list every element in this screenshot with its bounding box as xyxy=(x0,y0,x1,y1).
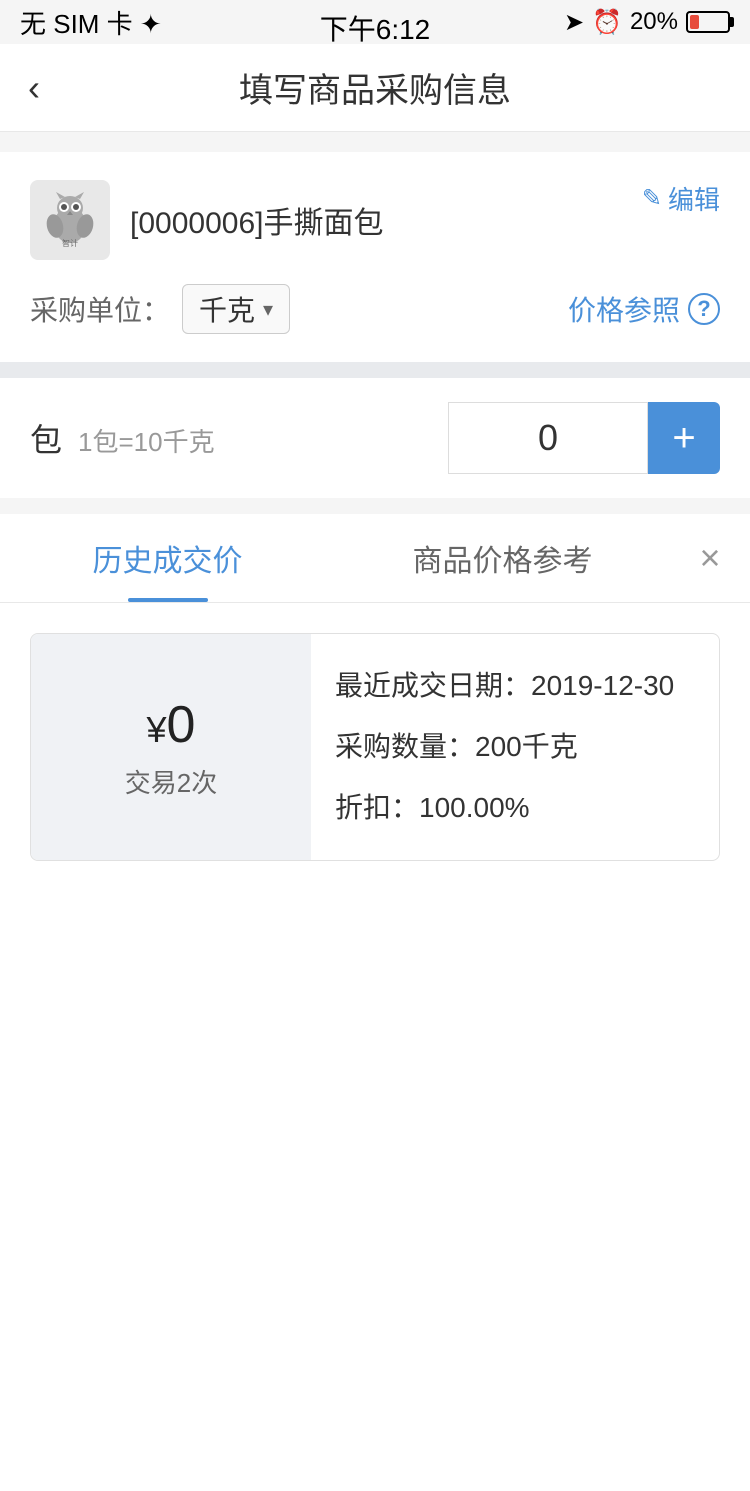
history-price: ¥0 xyxy=(147,695,196,755)
status-carrier: 无 SIM 卡 ✦ xyxy=(20,4,162,41)
tab-history-price[interactable]: 历史成交价 xyxy=(0,514,335,602)
discount-label: 折扣： xyxy=(335,792,419,823)
page-title: 填写商品采购信息 xyxy=(239,63,511,112)
purchase-qty-row: 采购数量：200千克 xyxy=(335,725,695,770)
alarm-icon: ⏰ xyxy=(592,8,622,37)
tabs-close-button[interactable]: × xyxy=(670,514,750,602)
discount-value: 100.00% xyxy=(419,792,530,823)
product-card: 智计 [0000006]手撕面包 ✎ 编辑 采购单位： 千克 ▾ 价格参照 ? xyxy=(0,152,750,362)
price-ref-label: 价格参照 xyxy=(568,289,680,329)
recent-date-row: 最近成交日期：2019-12-30 xyxy=(335,664,695,709)
section-divider xyxy=(0,362,750,378)
tab-price-ref-label: 商品价格参考 xyxy=(413,536,593,580)
discount-row: 折扣：100.00% xyxy=(335,786,695,831)
chevron-down-icon: ▾ xyxy=(263,297,273,322)
price-ref-button[interactable]: 价格参照 ? xyxy=(568,289,720,329)
tabs-panel: 历史成交价 商品价格参考 × ¥0 交易2次 最近成交日期：2019-12-30… xyxy=(0,514,750,891)
battery-icon xyxy=(686,11,730,33)
yen-symbol: ¥ xyxy=(147,709,167,750)
bottom-space xyxy=(0,891,750,1491)
edit-label: 编辑 xyxy=(668,180,720,217)
nav-bar: ‹ 填写商品采购信息 xyxy=(0,44,750,132)
price-value: 0 xyxy=(167,696,196,754)
help-icon: ? xyxy=(688,293,720,325)
unit-value: 千克 xyxy=(199,289,255,329)
unit-label: 采购单位： xyxy=(30,289,170,329)
quantity-plus-button[interactable]: + xyxy=(648,402,720,474)
quantity-controls: 0 + xyxy=(448,402,720,474)
tab-product-price-ref[interactable]: 商品价格参考 xyxy=(335,514,670,602)
svg-text:智计: 智计 xyxy=(62,238,78,248)
history-content: ¥0 交易2次 最近成交日期：2019-12-30 采购数量：200千克 折扣：… xyxy=(0,603,750,891)
history-price-section: ¥0 交易2次 xyxy=(31,634,311,860)
history-trades: 交易2次 xyxy=(125,763,217,800)
tabs-header: 历史成交价 商品价格参考 × xyxy=(0,514,750,603)
quantity-conversion: 1包=10千克 xyxy=(78,422,215,459)
tab-history-label: 历史成交价 xyxy=(93,536,243,580)
battery-percent: 20% xyxy=(630,8,678,36)
product-name: [0000006]手撕面包 xyxy=(130,198,383,242)
history-details: 最近成交日期：2019-12-30 采购数量：200千克 折扣：100.00% xyxy=(311,634,719,860)
history-card: ¥0 交易2次 最近成交日期：2019-12-30 采购数量：200千克 折扣：… xyxy=(30,633,720,861)
quantity-input[interactable]: 0 xyxy=(448,402,648,474)
unit-select[interactable]: 千克 ▾ xyxy=(182,284,290,334)
status-time: 下午6:12 xyxy=(320,8,431,48)
recent-date-label: 最近成交日期： xyxy=(335,670,531,701)
product-header: 智计 [0000006]手撕面包 ✎ 编辑 xyxy=(30,180,720,260)
purchase-qty-label: 采购数量： xyxy=(335,731,475,762)
edit-button[interactable]: ✎ 编辑 xyxy=(642,180,720,217)
quantity-unit-name: 包 xyxy=(30,415,62,461)
status-bar: 无 SIM 卡 ✦ 下午6:12 ➤ ⏰ 20% xyxy=(0,0,750,44)
product-unit-row: 采购单位： 千克 ▾ 价格参照 ? xyxy=(30,284,720,334)
product-image: 智计 xyxy=(40,190,100,250)
status-right: ➤ ⏰ 20% xyxy=(564,8,730,37)
location-icon: ➤ xyxy=(564,8,584,37)
quantity-row: 包 1包=10千克 0 + xyxy=(0,378,750,498)
product-logo: 智计 xyxy=(30,180,110,260)
recent-date-value: 2019-12-30 xyxy=(531,670,674,701)
purchase-qty-value: 200千克 xyxy=(475,731,578,762)
back-button[interactable]: ‹ xyxy=(28,67,40,109)
edit-icon: ✎ xyxy=(642,184,662,213)
product-left: 智计 [0000006]手撕面包 xyxy=(30,180,383,260)
quantity-info: 包 1包=10千克 xyxy=(30,415,215,461)
